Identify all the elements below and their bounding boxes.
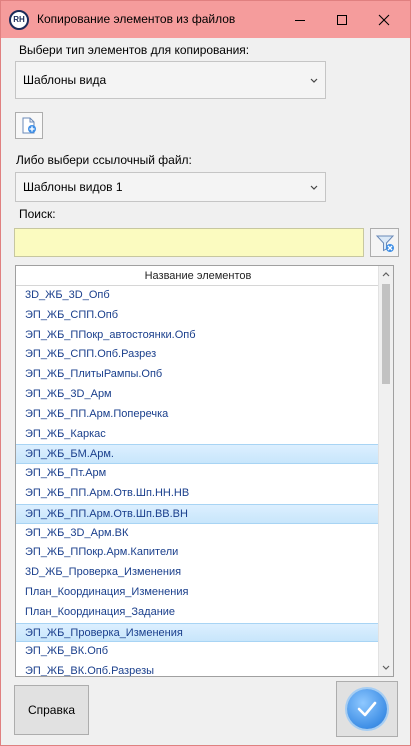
filter-clear-icon [375, 235, 394, 252]
minimize-button[interactable] [278, 1, 322, 38]
app-logo-icon: RH [9, 10, 29, 30]
window-title: Копирование элементов из файлов [37, 12, 236, 26]
search-label: Поиск: [19, 207, 56, 221]
main-window: RH Копирование элементов из файлов Выбер… [0, 0, 411, 746]
ok-badge [347, 689, 387, 729]
scroll-down-icon[interactable] [382, 665, 390, 671]
table-row[interactable]: ЭП_ЖБ_3D_Арм [16, 385, 380, 405]
link-file-select[interactable]: Шаблоны видов 1 [15, 172, 326, 202]
table-row[interactable]: ЭП_ЖБ_ВК.Опб [16, 642, 380, 662]
table-row[interactable]: ЭП_ЖБ_ПлитыРампы.Опб [16, 365, 380, 385]
add-file-button[interactable] [15, 112, 43, 139]
chevron-down-icon [310, 78, 318, 83]
title-bar[interactable]: RH Копирование элементов из файлов [1, 1, 410, 38]
table-row[interactable]: ЭП_ЖБ_Пт.Арм [16, 464, 380, 484]
element-type-value: Шаблоны вида [23, 73, 107, 87]
elements-grid[interactable]: Название элементов 3D_ЖБ_3D_Опб ЭП_ЖБ_СПП… [15, 265, 394, 677]
search-input[interactable] [14, 228, 364, 257]
table-row[interactable]: План_Координация_Задание [16, 603, 380, 623]
table-row[interactable]: ЭП_ЖБ_ППокр_автостоянки.Опб [16, 326, 380, 346]
link-file-value: Шаблоны видов 1 [23, 180, 123, 194]
checkmark-icon [357, 701, 377, 717]
close-button[interactable] [362, 1, 406, 38]
clear-filter-button[interactable] [370, 228, 399, 257]
table-row[interactable]: 3D_ЖБ_Проверка_Изменения [16, 563, 380, 583]
element-type-label: Выбери тип элементов для копирования: [19, 43, 250, 57]
table-row[interactable]: ЭП_ЖБ_ПП.Арм.Отв.Шп.НН.НВ [16, 484, 380, 504]
maximize-icon [337, 14, 347, 25]
table-row[interactable]: ЭП_ЖБ_ППокр.Арм.Капители [16, 543, 380, 563]
table-row[interactable]: ЭП_ЖБ_ПП.Арм.Отв.Шп.ВВ.ВН [16, 503, 380, 524]
maximize-button[interactable] [320, 1, 364, 38]
minimize-icon [295, 19, 305, 21]
table-row[interactable]: ЭП_ЖБ_3D_Арм.ВК [16, 524, 380, 544]
close-icon [378, 14, 390, 25]
table-row[interactable]: ЭП_ЖБ_ПП.Арм.Поперечка [16, 405, 380, 425]
vertical-scrollbar[interactable] [378, 266, 393, 676]
table-row[interactable]: 3D_ЖБ_3D_Опб [16, 286, 380, 306]
link-file-label: Либо выбери ссылочный файл: [16, 153, 192, 167]
table-row[interactable]: ЭП_ЖБ_ВК.Опб.Разрезы [16, 662, 380, 676]
table-row[interactable]: ЭП_ЖБ_Каркас [16, 425, 380, 445]
table-row[interactable]: ЭП_ЖБ_СПП.Опб [16, 306, 380, 326]
column-header-name[interactable]: Название элементов [16, 266, 380, 286]
help-button[interactable]: Справка [14, 685, 89, 735]
scrollbar-thumb[interactable] [382, 284, 390, 384]
grid-rows: 3D_ЖБ_3D_Опб ЭП_ЖБ_СПП.Опб ЭП_ЖБ_ППокр_авт… [16, 286, 380, 676]
table-row[interactable]: ЭП_ЖБ_Проверка_Изменения [16, 622, 380, 643]
scroll-up-icon[interactable] [382, 271, 390, 277]
table-row[interactable]: ЭП_ЖБ_БМ.Арм. [16, 444, 380, 465]
confirm-button[interactable] [336, 681, 398, 737]
table-row[interactable]: ЭП_ЖБ_СПП.Опб.Разрез [16, 345, 380, 365]
table-row[interactable]: План_Координация_Изменения [16, 583, 380, 603]
add-document-icon [22, 117, 36, 133]
element-type-select[interactable]: Шаблоны вида [15, 61, 326, 99]
chevron-down-icon [310, 185, 318, 190]
